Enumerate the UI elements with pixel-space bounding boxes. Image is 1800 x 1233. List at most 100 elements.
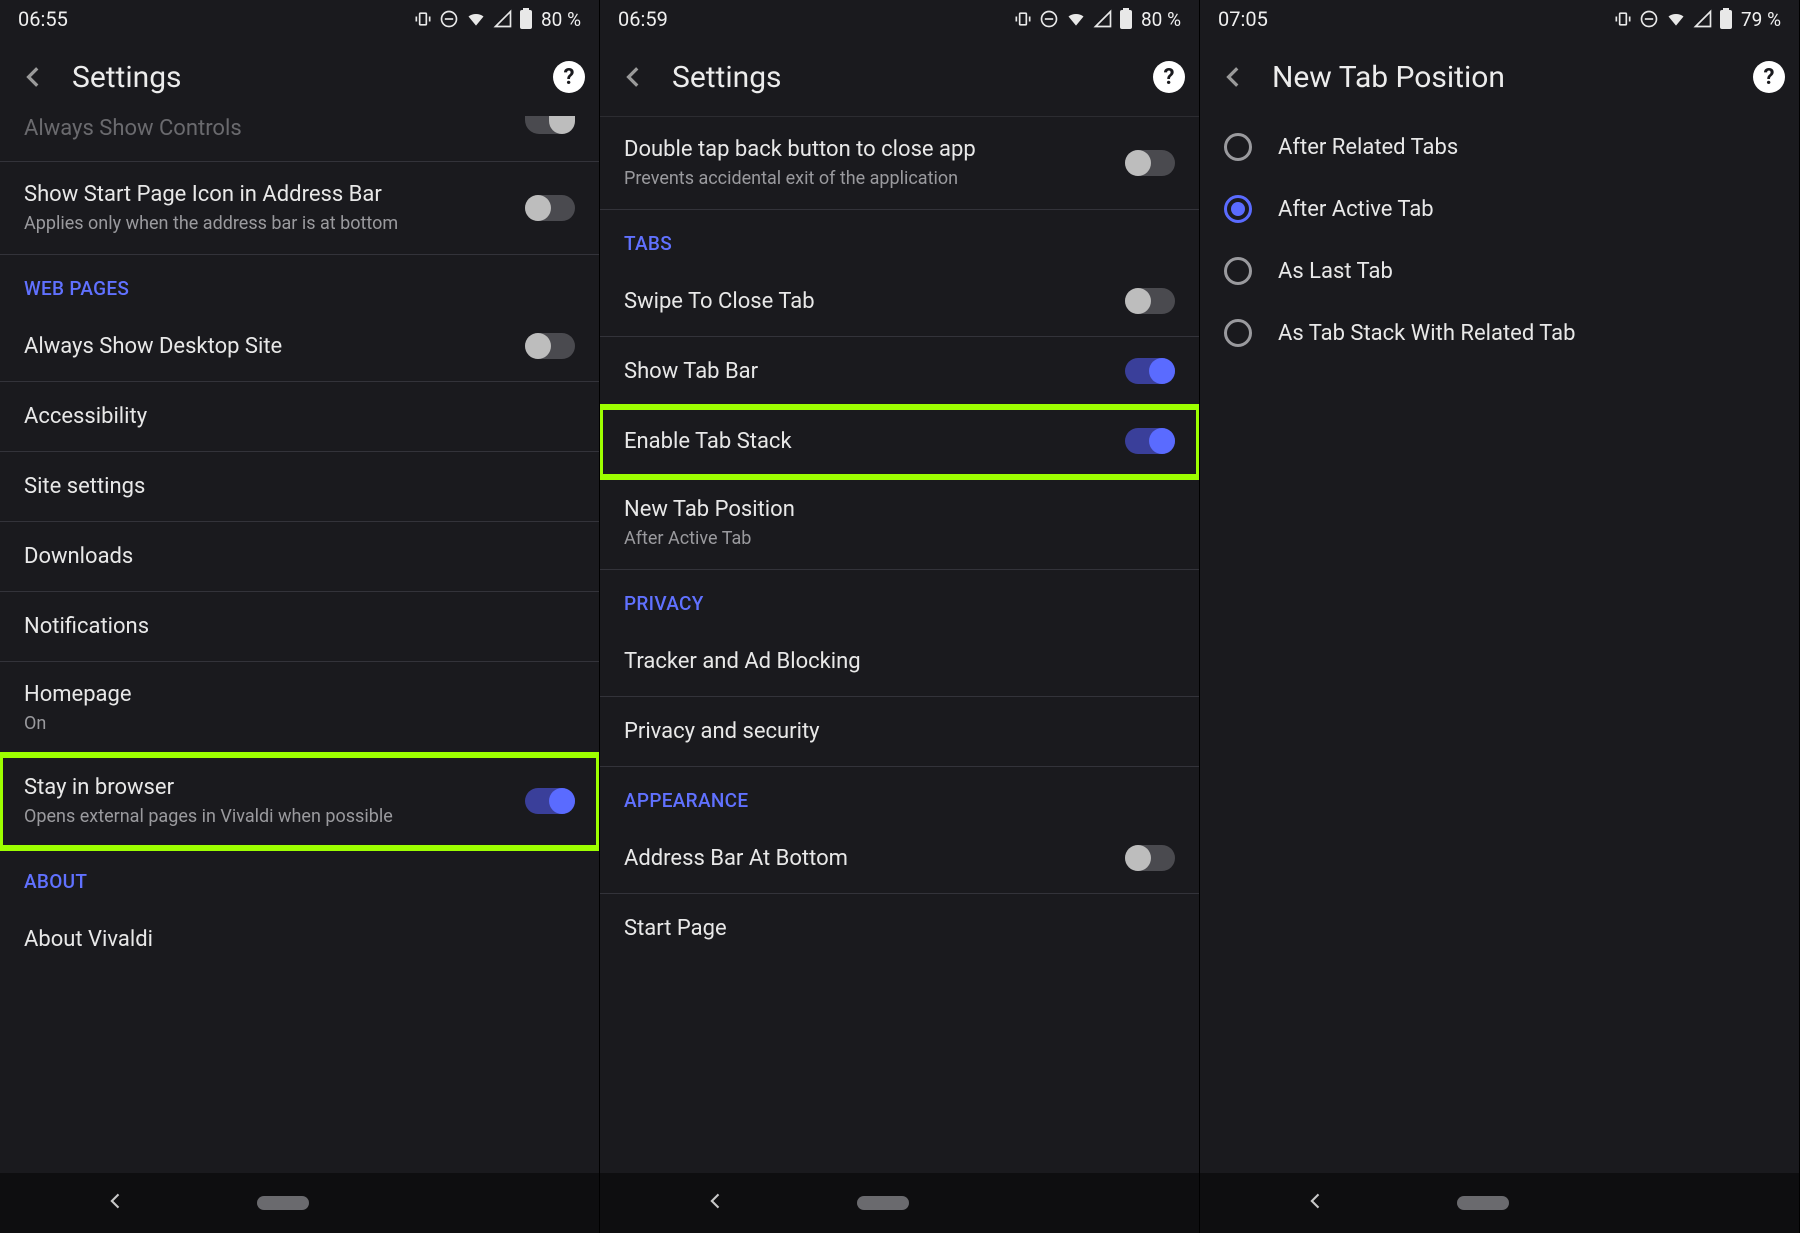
toggle-show-tab-bar[interactable] — [1125, 358, 1175, 384]
signal-icon — [1093, 9, 1113, 29]
battery-icon — [1119, 8, 1133, 30]
row-start-page-icon[interactable]: Show Start Page Icon in Address Bar Appl… — [0, 162, 599, 255]
radio-icon — [1224, 257, 1252, 285]
toggle-enable-tab-stack[interactable] — [1125, 428, 1175, 454]
toggle-address-bar-bottom[interactable] — [1125, 845, 1175, 871]
row-new-tab-position[interactable]: New Tab Position After Active Tab — [600, 477, 1199, 570]
wifi-icon — [1065, 9, 1087, 29]
row-title: Site settings — [24, 472, 575, 502]
wifi-icon — [1665, 9, 1687, 29]
row-subtitle: Applies only when the address bar is at … — [24, 212, 507, 236]
toggle-swipe-close-tab[interactable] — [1125, 288, 1175, 314]
page-title: New Tab Position — [1272, 60, 1735, 95]
row-start-page[interactable]: Start Page — [600, 894, 1199, 964]
screen-1: 06:55 80 % Settings ? Always Show Contro… — [0, 0, 600, 1233]
status-time: 07:05 — [1218, 7, 1268, 31]
status-bar: 06:59 80 % — [600, 0, 1199, 38]
row-tracker-blocking[interactable]: Tracker and Ad Blocking — [600, 627, 1199, 697]
row-stay-in-browser[interactable]: Stay in browser Opens external pages in … — [0, 755, 599, 848]
option-as-last-tab[interactable]: As Last Tab — [1200, 240, 1799, 302]
row-subtitle: Prevents accidental exit of the applicat… — [624, 167, 1107, 191]
help-button[interactable]: ? — [1753, 61, 1785, 93]
chevron-left-icon — [1306, 1191, 1326, 1211]
section-about: ABOUT — [0, 848, 599, 905]
dnd-icon — [439, 9, 459, 29]
option-as-tab-stack[interactable]: As Tab Stack With Related Tab — [1200, 302, 1799, 364]
row-title: Stay in browser — [24, 773, 507, 803]
status-time: 06:59 — [618, 7, 668, 31]
nav-back-button[interactable] — [706, 1191, 726, 1215]
nav-back-button[interactable] — [1306, 1191, 1326, 1215]
battery-icon — [1719, 8, 1733, 30]
help-button[interactable]: ? — [553, 61, 585, 93]
help-button[interactable]: ? — [1153, 61, 1185, 93]
nav-back-button[interactable] — [106, 1191, 126, 1215]
row-about-vivaldi[interactable]: About Vivaldi — [0, 905, 599, 975]
row-always-show-controls[interactable]: Always Show Controls — [0, 116, 599, 162]
status-icons: 80 % — [1013, 8, 1181, 31]
toggle-desktop-site[interactable] — [525, 333, 575, 359]
chevron-left-icon — [621, 64, 647, 90]
signal-icon — [493, 9, 513, 29]
row-accessibility[interactable]: Accessibility — [0, 382, 599, 452]
nav-home-pill[interactable] — [1457, 1196, 1509, 1210]
section-web-pages: WEB PAGES — [0, 255, 599, 312]
toggle-always-show-controls[interactable] — [525, 116, 575, 134]
section-privacy: PRIVACY — [600, 570, 1199, 627]
row-site-settings[interactable]: Site settings — [0, 452, 599, 522]
row-enable-tab-stack[interactable]: Enable Tab Stack — [600, 407, 1199, 477]
battery-text: 80 % — [1141, 8, 1181, 31]
section-appearance: APPEARANCE — [600, 767, 1199, 824]
battery-text: 80 % — [541, 8, 581, 31]
settings-list[interactable]: Always Show Controls Show Start Page Ico… — [0, 116, 599, 1173]
row-desktop-site[interactable]: Always Show Desktop Site — [0, 312, 599, 382]
app-bar: New Tab Position ? — [1200, 38, 1799, 116]
page-title: Settings — [672, 60, 1135, 95]
status-bar: 07:05 79 % — [1200, 0, 1799, 38]
back-button[interactable] — [14, 57, 54, 97]
row-title: Downloads — [24, 542, 575, 572]
option-label: After Related Tabs — [1278, 135, 1458, 160]
vibrate-icon — [1013, 9, 1033, 29]
status-icons: 79 % — [1613, 8, 1781, 31]
nav-home-pill[interactable] — [857, 1196, 909, 1210]
row-privacy-security[interactable]: Privacy and security — [600, 697, 1199, 767]
radio-icon — [1224, 195, 1252, 223]
back-button[interactable] — [1214, 57, 1254, 97]
row-title: Notifications — [24, 612, 575, 642]
chevron-left-icon — [21, 64, 47, 90]
row-downloads[interactable]: Downloads — [0, 522, 599, 592]
row-swipe-close-tab[interactable]: Swipe To Close Tab — [600, 267, 1199, 337]
battery-icon — [519, 8, 533, 30]
row-subtitle: On — [24, 712, 575, 736]
row-title: Show Tab Bar — [624, 357, 1107, 387]
option-label: After Active Tab — [1278, 197, 1434, 222]
settings-list[interactable]: Double tap back button to close app Prev… — [600, 116, 1199, 1173]
option-after-related-tabs[interactable]: After Related Tabs — [1200, 116, 1799, 178]
chevron-left-icon — [106, 1191, 126, 1211]
row-homepage[interactable]: Homepage On — [0, 662, 599, 755]
toggle-double-tap-back[interactable] — [1125, 150, 1175, 176]
dnd-icon — [1039, 9, 1059, 29]
vibrate-icon — [413, 9, 433, 29]
vibrate-icon — [1613, 9, 1633, 29]
page-title: Settings — [72, 60, 535, 95]
dnd-icon — [1639, 9, 1659, 29]
system-navbar — [0, 1173, 599, 1233]
app-bar: Settings ? — [600, 38, 1199, 116]
row-show-tab-bar[interactable]: Show Tab Bar — [600, 337, 1199, 407]
row-notifications[interactable]: Notifications — [0, 592, 599, 662]
toggle-stay-in-browser[interactable] — [525, 788, 575, 814]
toggle-start-page-icon[interactable] — [525, 195, 575, 221]
row-subtitle: Opens external pages in Vivaldi when pos… — [24, 805, 507, 829]
option-after-active-tab[interactable]: After Active Tab — [1200, 178, 1799, 240]
system-navbar — [600, 1173, 1199, 1233]
chevron-left-icon — [706, 1191, 726, 1211]
row-double-tap-back[interactable]: Double tap back button to close app Prev… — [600, 117, 1199, 210]
radio-icon — [1224, 319, 1252, 347]
back-button[interactable] — [614, 57, 654, 97]
wifi-icon — [465, 9, 487, 29]
row-address-bar-bottom[interactable]: Address Bar At Bottom — [600, 824, 1199, 894]
radio-icon — [1224, 133, 1252, 161]
nav-home-pill[interactable] — [257, 1196, 309, 1210]
